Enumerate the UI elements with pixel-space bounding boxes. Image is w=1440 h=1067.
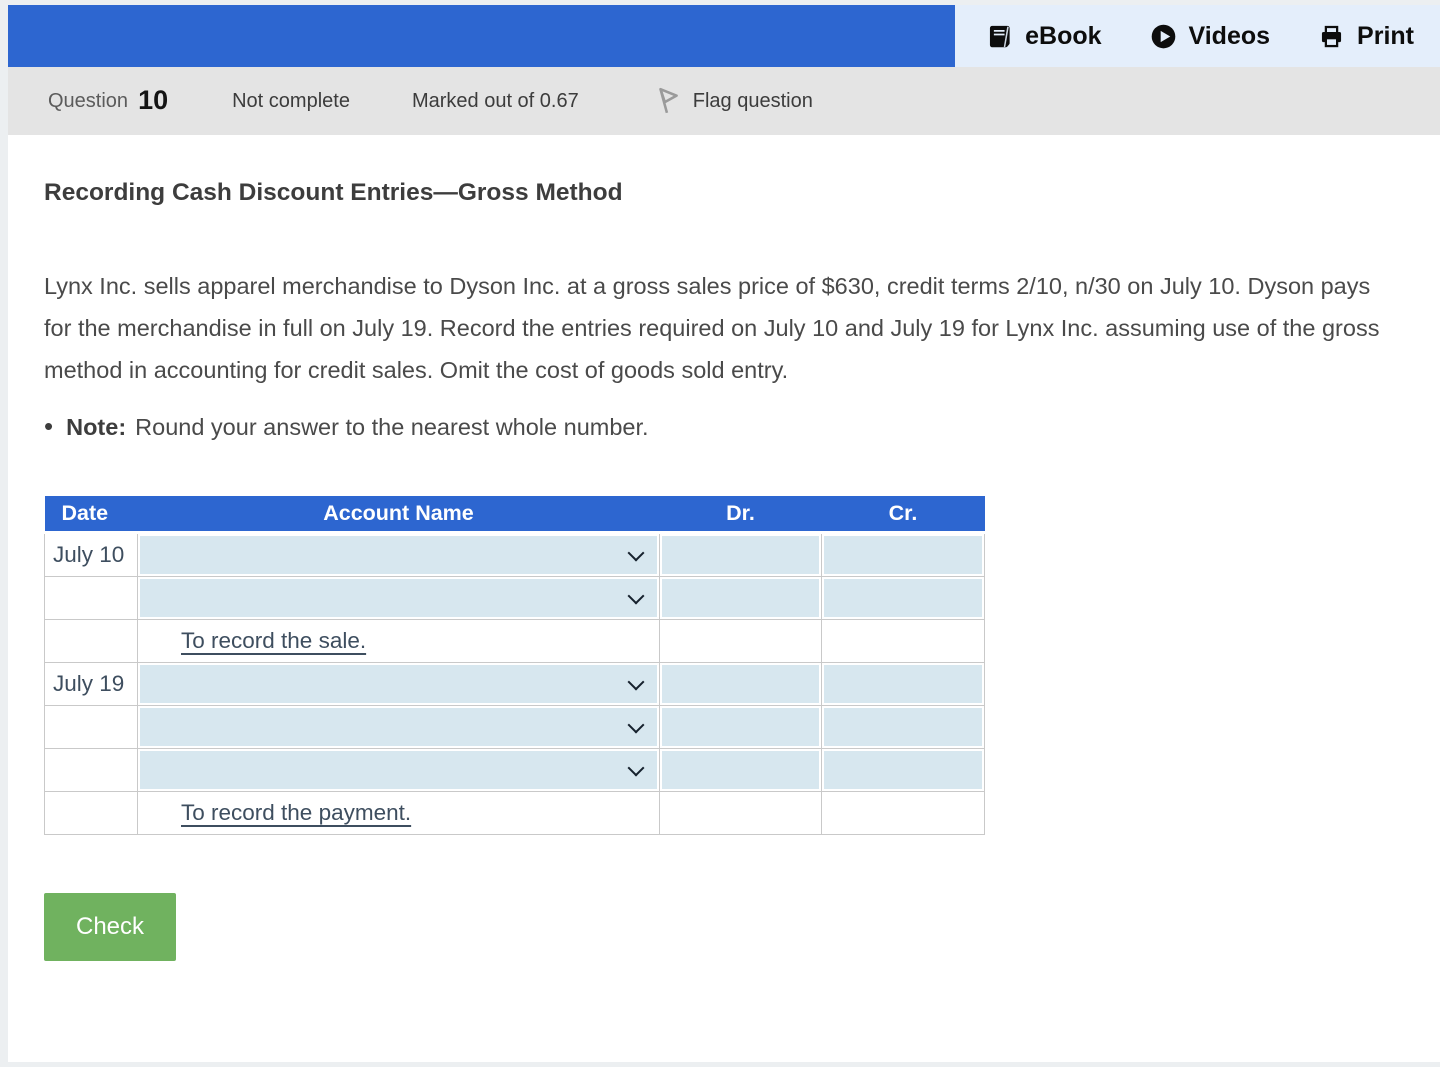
journal-entry-table: Date Account Name Dr. Cr. July 10 To rec… <box>44 496 985 835</box>
videos-link[interactable]: Videos <box>1150 21 1271 51</box>
header-actions: eBook Videos Print <box>955 5 1440 67</box>
videos-icon <box>1150 23 1177 50</box>
dr-input[interactable] <box>662 535 819 574</box>
header-account-name: Account Name <box>137 496 660 534</box>
header-dr: Dr. <box>659 496 822 534</box>
header-blue-bar <box>8 5 955 67</box>
dr-cell-static <box>659 618 822 663</box>
chevron-down-icon <box>627 673 645 690</box>
page: eBook Videos Print Question 10 Not compl… <box>8 5 1440 1062</box>
dr-input[interactable] <box>662 578 819 617</box>
table-row <box>44 747 985 792</box>
date-cell: July 10 <box>44 531 138 577</box>
cr-input[interactable] <box>824 750 982 789</box>
print-link[interactable]: Print <box>1318 22 1414 51</box>
question-meta-bar: Question 10 Not complete Marked out of 0… <box>8 67 1440 135</box>
question-label: Question <box>48 89 129 112</box>
ebook-label: eBook <box>1025 21 1102 50</box>
account-select[interactable] <box>140 750 657 789</box>
date-cell <box>44 704 138 749</box>
memo-text: To record the sale. <box>181 627 367 653</box>
table-header-row: Date Account Name Dr. Cr. <box>44 496 985 534</box>
question-title: Recording Cash Discount Entries—Gross Me… <box>44 179 623 206</box>
ebook-link[interactable]: eBook <box>986 21 1102 51</box>
account-select[interactable] <box>140 707 657 746</box>
chevron-down-icon <box>627 544 645 561</box>
account-select[interactable] <box>140 664 657 703</box>
date-cell: July 19 <box>44 661 138 706</box>
table-row: July 19 <box>44 661 985 706</box>
date-cell <box>44 747 138 792</box>
flag-icon <box>655 86 681 116</box>
header-cr: Cr. <box>821 496 985 534</box>
app-header: eBook Videos Print <box>8 5 1440 67</box>
check-button[interactable]: Check <box>44 892 176 961</box>
account-select[interactable] <box>140 578 657 617</box>
dr-cell-static <box>659 790 822 835</box>
flag-label: Flag question <box>692 89 813 112</box>
date-cell <box>44 618 138 663</box>
date-cell <box>44 790 138 835</box>
memo-text: To record the payment. <box>181 799 412 825</box>
account-select[interactable] <box>140 535 657 574</box>
dr-input[interactable] <box>662 707 819 746</box>
table-row <box>44 575 985 620</box>
bullet-icon: • <box>44 411 54 441</box>
cr-input[interactable] <box>824 707 982 746</box>
chevron-down-icon <box>627 759 645 776</box>
question-marks: Marked out of 0.67 <box>411 89 579 112</box>
videos-label: Videos <box>1188 21 1271 50</box>
table-row <box>44 704 985 749</box>
question-body: Lynx Inc. sells apparel merchandise to D… <box>44 273 1380 383</box>
note-label: Note: <box>66 414 127 440</box>
cr-input[interactable] <box>824 535 982 574</box>
question-content: Recording Cash Discount Entries—Gross Me… <box>8 135 1440 961</box>
dr-input[interactable] <box>662 750 819 789</box>
print-label: Print <box>1357 21 1414 50</box>
header-date: Date <box>44 496 138 534</box>
question-number: 10 <box>138 84 169 115</box>
cr-input[interactable] <box>824 664 982 703</box>
note-text: Round your answer to the nearest whole n… <box>135 414 649 440</box>
ebook-icon <box>986 23 1013 50</box>
question-status: Not complete <box>232 89 350 112</box>
cr-cell-static <box>821 618 985 663</box>
table-row: To record the payment. <box>44 790 985 835</box>
table-row: To record the sale. <box>44 618 985 663</box>
chevron-down-icon <box>627 716 645 733</box>
chevron-down-icon <box>627 587 645 604</box>
date-cell <box>44 575 138 620</box>
dr-input[interactable] <box>662 664 819 703</box>
table-row: July 10 <box>44 531 985 577</box>
cr-cell-static <box>821 790 985 835</box>
cr-input[interactable] <box>824 578 982 617</box>
question-note: • Note: Round your answer to the nearest … <box>44 405 1404 448</box>
print-icon <box>1318 23 1345 50</box>
flag-question-link[interactable]: Flag question <box>655 86 813 116</box>
